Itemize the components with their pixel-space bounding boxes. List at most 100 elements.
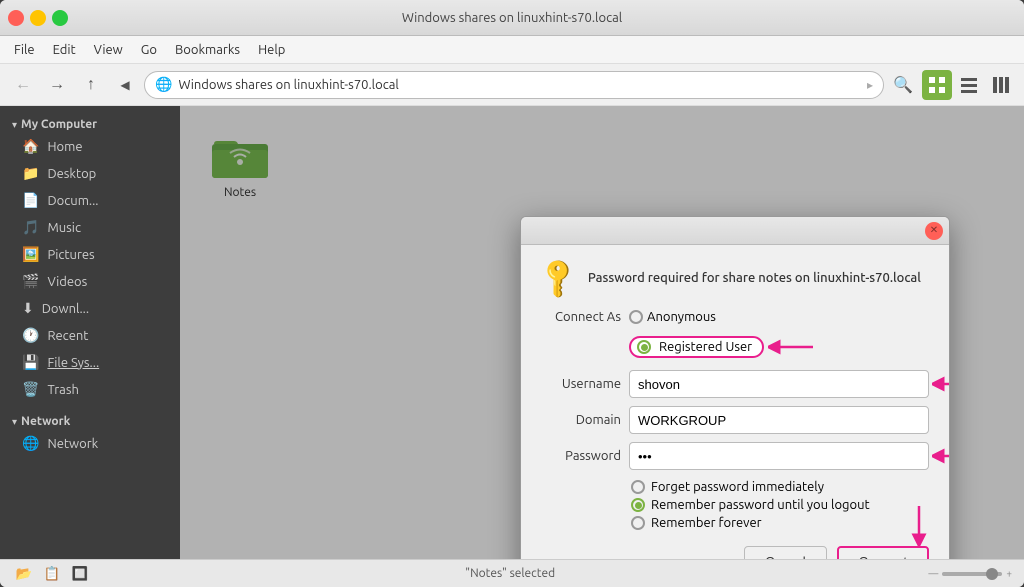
trash-icon: 🗑️ [22, 381, 39, 398]
remember-forever-label: Remember forever [651, 516, 762, 530]
sidebar-item-recent-label: Recent [47, 329, 88, 343]
address-bar[interactable]: 🌐 Windows shares on linuxhint-s70.local … [144, 71, 884, 99]
column-view-button[interactable] [986, 70, 1016, 100]
sidebar-item-network[interactable]: 🌐 Network [0, 430, 180, 457]
forget-password-radio[interactable] [631, 480, 645, 494]
sidebar-item-home[interactable]: 🏠 Home [0, 133, 180, 160]
close-button[interactable] [8, 10, 24, 26]
toolbar: ← → ↑ ◀ 🌐 Windows shares on linuxhint-s7… [0, 64, 1024, 106]
sidebar-item-music[interactable]: 🎵 Music [0, 214, 180, 241]
connect-as-row: Connect As Anonymous [541, 310, 929, 324]
menubar: File Edit View Go Bookmarks Help [0, 36, 1024, 64]
domain-label: Domain [541, 413, 621, 427]
password-label: Password [541, 449, 621, 463]
list-view-button[interactable] [954, 70, 984, 100]
sidebar-item-recent[interactable]: 🕐 Recent [0, 322, 180, 349]
address-icon: 🌐 [155, 76, 172, 93]
zoom-thumb[interactable] [986, 568, 998, 580]
dialog-overlay: ✕ 🔑 Password required for share notes on… [180, 106, 1024, 559]
registered-user-radio-dot [641, 344, 648, 351]
password-dialog: ✕ 🔑 Password required for share notes on… [520, 216, 950, 559]
network-label: Network [21, 415, 70, 428]
anonymous-label: Anonymous [647, 310, 716, 324]
maximize-button[interactable] [52, 10, 68, 26]
sidebar-item-videos[interactable]: 🎬 Videos [0, 268, 180, 295]
sidebar-item-downloads[interactable]: ⬇ Downl... [0, 295, 180, 322]
sidebar: ▾ My Computer 🏠 Home 📁 Desktop 📄 Docum..… [0, 106, 180, 559]
connect-button[interactable]: Connect [837, 546, 929, 559]
back-button[interactable]: ← [8, 70, 38, 100]
domain-row: Domain [541, 406, 929, 434]
menu-help[interactable]: Help [250, 40, 293, 60]
remember-forever-option[interactable]: Remember forever [631, 516, 929, 530]
dialog-buttons: Cancel Connect [541, 546, 929, 559]
sidebar-item-network-label: Network [47, 437, 98, 451]
anonymous-radio[interactable] [629, 310, 643, 324]
remember-forever-radio[interactable] [631, 516, 645, 530]
home-icon: 🏠 [22, 138, 39, 155]
menu-bookmarks[interactable]: Bookmarks [167, 40, 248, 60]
username-row: Username [541, 370, 929, 398]
status-icon-1[interactable]: 📂 [12, 562, 36, 586]
sidebar-item-documents-label: Docum... [47, 194, 98, 208]
menu-go[interactable]: Go [133, 40, 165, 60]
sidebar-item-filesystem[interactable]: 💾 File Sys... [0, 349, 180, 376]
view-buttons [922, 70, 1016, 100]
desktop-icon: 📁 [22, 165, 39, 182]
registered-user-option[interactable]: Registered User [629, 336, 764, 358]
left-pane-button[interactable]: ◀ [110, 70, 140, 100]
key-icon: 🔑 [534, 254, 582, 302]
status-icon-2[interactable]: 📋 [40, 562, 64, 586]
dialog-title: Password required for share notes on lin… [588, 271, 921, 285]
sidebar-item-pictures[interactable]: 🖼️ Pictures [0, 241, 180, 268]
statusbar: 📂 📋 🔲 "Notes" selected — + [0, 559, 1024, 587]
connect-as-options: Anonymous [629, 310, 716, 324]
my-computer-section[interactable]: ▾ My Computer [0, 114, 180, 133]
registered-user-arrow [768, 337, 818, 357]
registered-user-label: Registered User [659, 340, 752, 354]
anonymous-option[interactable]: Anonymous [629, 310, 716, 324]
window-title: Windows shares on linuxhint-s70.local [68, 11, 956, 25]
up-button[interactable]: ↑ [76, 70, 106, 100]
window-controls [8, 10, 68, 26]
password-input[interactable] [629, 442, 929, 470]
section-arrow: ▾ [12, 119, 17, 131]
menu-edit[interactable]: Edit [45, 40, 84, 60]
my-computer-label: My Computer [21, 118, 97, 131]
username-input[interactable] [629, 370, 929, 398]
menu-file[interactable]: File [6, 40, 43, 60]
forget-password-option[interactable]: Forget password immediately [631, 480, 929, 494]
network-icon: 🌐 [22, 435, 39, 452]
cancel-button[interactable]: Cancel [744, 546, 826, 559]
forward-button[interactable]: → [42, 70, 72, 100]
search-button[interactable]: 🔍 [888, 70, 918, 100]
sidebar-item-desktop[interactable]: 📁 Desktop [0, 160, 180, 187]
registered-user-radio[interactable] [637, 340, 651, 354]
status-icon-3[interactable]: 🔲 [68, 562, 92, 586]
zoom-track[interactable] [942, 572, 1002, 576]
videos-icon: 🎬 [22, 273, 39, 290]
network-section[interactable]: ▾ Network [0, 411, 180, 430]
zoom-in-icon: + [1006, 568, 1012, 579]
icon-view-button[interactable] [922, 70, 952, 100]
music-icon: 🎵 [22, 219, 39, 236]
dialog-content: 🔑 Password required for share notes on l… [521, 245, 949, 559]
sidebar-item-trash[interactable]: 🗑️ Trash [0, 376, 180, 403]
remember-until-logout-option[interactable]: Remember password until you logout [631, 498, 929, 512]
zoom-out-icon: — [928, 568, 938, 579]
connect-arrow [904, 501, 934, 546]
sidebar-item-trash-label: Trash [47, 383, 78, 397]
address-text: Windows shares on linuxhint-s70.local [178, 78, 861, 92]
sidebar-item-documents[interactable]: 📄 Docum... [0, 187, 180, 214]
dialog-close-button[interactable]: ✕ [925, 222, 943, 240]
remember-until-logout-radio[interactable] [631, 498, 645, 512]
sidebar-item-pictures-label: Pictures [47, 248, 94, 262]
sidebar-item-videos-label: Videos [47, 275, 87, 289]
zoom-slider: — + [928, 568, 1012, 579]
password-options: Forget password immediately Remember pas… [631, 480, 929, 530]
main-window: Windows shares on linuxhint-s70.local Fi… [0, 0, 1024, 587]
dialog-header: 🔑 Password required for share notes on l… [541, 261, 929, 294]
domain-input[interactable] [629, 406, 929, 434]
minimize-button[interactable] [30, 10, 46, 26]
menu-view[interactable]: View [86, 40, 131, 60]
